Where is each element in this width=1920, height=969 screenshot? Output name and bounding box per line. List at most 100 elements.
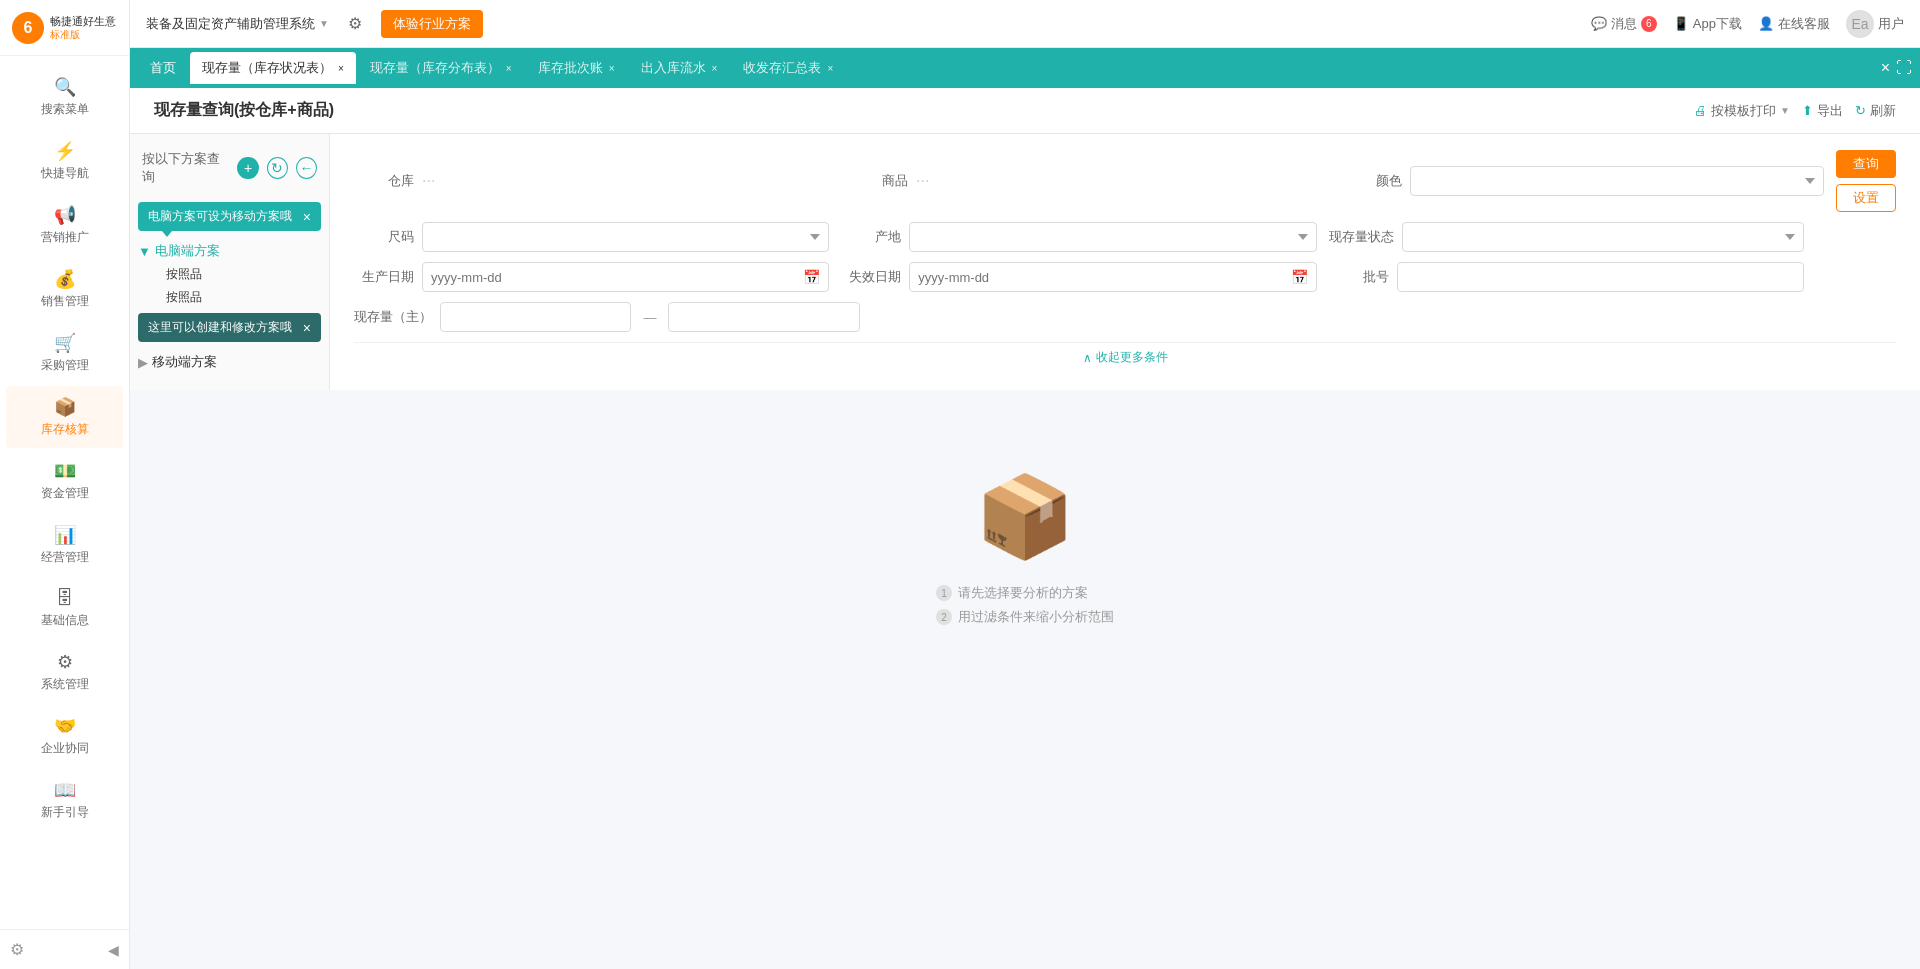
scheme-desktop[interactable]: ▼ 电脑端方案 (130, 239, 329, 263)
stock-status-label: 现存量状态 (1329, 228, 1394, 246)
tutorial-icon: 📖 (54, 779, 76, 801)
field-goods: 商品 ··· (848, 172, 1330, 190)
sidebar-item-label: 采购管理 (41, 357, 89, 374)
user-avatar: Ea (1846, 10, 1874, 38)
sidebar-item-sales[interactable]: 💰 销售管理 (6, 258, 123, 320)
search-panel-header: 按以下方案查询 + ↻ ← (130, 142, 329, 190)
sidebar-item-enterprise[interactable]: 🤝 企业协同 (6, 705, 123, 767)
stock-qty-max[interactable] (668, 302, 859, 332)
sidebar-item-inventory[interactable]: 📦 库存核算 (6, 386, 123, 448)
sidebar-item-system[interactable]: ⚙ 系统管理 (6, 641, 123, 703)
user-btn[interactable]: Ea 用户 (1846, 10, 1904, 38)
scheme-tooltip-1-close[interactable]: × (303, 209, 311, 225)
tabs-fullscreen-icon[interactable]: ⛶ (1896, 59, 1912, 77)
warehouse-more-icon[interactable]: ··· (422, 172, 435, 190)
tab-close-icon[interactable]: × (506, 63, 512, 74)
goods-more-icon[interactable]: ··· (916, 172, 929, 190)
sidebar-item-marketing[interactable]: 📢 营销推广 (6, 194, 123, 256)
header-settings-btn[interactable]: ⚙ (341, 10, 369, 38)
empty-illustration: 📦 (975, 470, 1075, 564)
tip-num-2: 2 (936, 609, 952, 625)
main-area: 装备及固定资产辅助管理系统 ▼ ⚙ 体验行业方案 💬 消息 6 📱 App下载 … (130, 0, 1920, 969)
scheme-tooltip-2-close[interactable]: × (303, 320, 311, 336)
tab-summary[interactable]: 收发存汇总表 × (731, 52, 845, 84)
system-selector[interactable]: 装备及固定资产辅助管理系统 ▼ (146, 15, 329, 33)
export-icon: ⬆ (1802, 103, 1813, 118)
add-scheme-btn[interactable]: + (237, 157, 258, 179)
notifications-btn[interactable]: 💬 消息 6 (1591, 15, 1657, 33)
tab-inventory-status[interactable]: 现存量（库存状况表） × (190, 52, 356, 84)
sidebar-item-label: 基础信息 (41, 612, 89, 629)
page-header: 现存量查询(按仓库+商品) 🖨 按模板打印 ▼ ⬆ 导出 ↻ 刷新 (130, 88, 1920, 134)
notification-badge: 6 (1641, 16, 1657, 32)
stock-qty-label: 现存量（主） (354, 308, 432, 326)
main-body: 按以下方案查询 + ↻ ← 电脑方案可设为移动方案哦 × (130, 134, 1920, 390)
logo-icon: 6 (12, 12, 44, 44)
tab-close-icon[interactable]: × (338, 63, 344, 74)
tab-batch-account[interactable]: 库存批次账 × (526, 52, 627, 84)
size-select[interactable] (422, 222, 829, 252)
produce-date-label: 生产日期 (354, 268, 414, 286)
page-actions: 🖨 按模板打印 ▼ ⬆ 导出 ↻ 刷新 (1694, 102, 1896, 120)
origin-select[interactable] (909, 222, 1316, 252)
support-icon: 👤 (1758, 16, 1774, 31)
tab-inventory-distribution[interactable]: 现存量（库存分布表） × (358, 52, 524, 84)
tab-inout-flow[interactable]: 出入库流水 × (629, 52, 730, 84)
query-btn[interactable]: 查询 (1836, 150, 1896, 178)
back-scheme-btn[interactable]: ← (296, 157, 317, 179)
tab-home[interactable]: 首页 (138, 52, 188, 84)
origin-label: 产地 (841, 228, 901, 246)
tabs-close-all-icon[interactable]: × (1881, 59, 1890, 77)
scheme-child-1[interactable]: 按照品 (150, 263, 329, 286)
tip-num-1: 1 (936, 585, 952, 601)
finance-icon: 💵 (54, 460, 76, 482)
operations-icon: 📊 (54, 524, 76, 546)
sidebar-item-search[interactable]: 🔍 搜索菜单 (6, 66, 123, 128)
field-produce-date: 生产日期 📅 (354, 262, 829, 292)
sidebar-item-tutorial[interactable]: 📖 新手引导 (6, 769, 123, 831)
tab-close-icon[interactable]: × (827, 63, 833, 74)
field-size: 尺码 (354, 222, 829, 252)
sidebar-item-basic-info[interactable]: 🗄 基础信息 (6, 578, 123, 639)
produce-date-input[interactable] (431, 270, 799, 285)
color-select[interactable] (1410, 166, 1824, 196)
sidebar-item-label: 资金管理 (41, 485, 89, 502)
online-support-btn[interactable]: 👤 在线客服 (1758, 15, 1830, 33)
sidebar-collapse-icon[interactable]: ◀ (108, 942, 119, 958)
sidebar-nav: 🔍 搜索菜单 ⚡ 快捷导航 📢 营销推广 💰 销售管理 🛒 采购管理 📦 库存核… (0, 56, 129, 929)
print-btn[interactable]: 🖨 按模板打印 ▼ (1694, 102, 1790, 120)
stock-status-select[interactable] (1402, 222, 1804, 252)
logo: 6 畅捷通好生意 标准版 (0, 0, 129, 56)
batch-input[interactable] (1397, 262, 1804, 292)
basic-info-icon: 🗄 (56, 588, 74, 609)
tab-close-icon[interactable]: × (712, 63, 718, 74)
field-warehouse: 仓库 ··· (354, 172, 836, 190)
sidebar-settings-icon[interactable]: ⚙ (10, 940, 24, 959)
refresh-scheme-btn[interactable]: ↻ (267, 157, 288, 179)
refresh-btn[interactable]: ↻ 刷新 (1855, 102, 1896, 120)
expire-cal-icon[interactable]: 📅 (1291, 269, 1308, 285)
industry-btn[interactable]: 体验行业方案 (381, 10, 483, 38)
scheme-tooltip-2: 这里可以创建和修改方案哦 × (138, 313, 321, 342)
sidebar-item-operations[interactable]: 📊 经营管理 (6, 514, 123, 576)
tab-close-icon[interactable]: × (609, 63, 615, 74)
collapse-up-icon: ∧ (1083, 351, 1092, 365)
sales-icon: 💰 (54, 268, 76, 290)
scheme-mobile[interactable]: ▶ 移动端方案 (130, 350, 329, 374)
stock-qty-min[interactable] (440, 302, 631, 332)
produce-cal-icon[interactable]: 📅 (803, 269, 820, 285)
sidebar-item-finance[interactable]: 💵 资金管理 (6, 450, 123, 512)
export-btn[interactable]: ⬆ 导出 (1802, 102, 1843, 120)
content-area: 现存量查询(按仓库+商品) 🖨 按模板打印 ▼ ⬆ 导出 ↻ 刷新 (130, 88, 1920, 969)
sidebar-item-purchase[interactable]: 🛒 采购管理 (6, 322, 123, 384)
scheme-child-2[interactable]: 按照品 (150, 286, 329, 309)
sidebar-item-quicknav[interactable]: ⚡ 快捷导航 (6, 130, 123, 192)
header-right: 💬 消息 6 📱 App下载 👤 在线客服 Ea 用户 (1591, 10, 1904, 38)
purchase-icon: 🛒 (54, 332, 76, 354)
sidebar-item-label: 快捷导航 (41, 165, 89, 182)
app-download-btn[interactable]: 📱 App下载 (1673, 15, 1742, 33)
reset-btn[interactable]: 设置 (1836, 184, 1896, 212)
field-origin: 产地 (841, 222, 1316, 252)
collapse-btn[interactable]: ∧ 收起更多条件 (354, 342, 1896, 372)
expire-date-input[interactable] (918, 270, 1286, 285)
